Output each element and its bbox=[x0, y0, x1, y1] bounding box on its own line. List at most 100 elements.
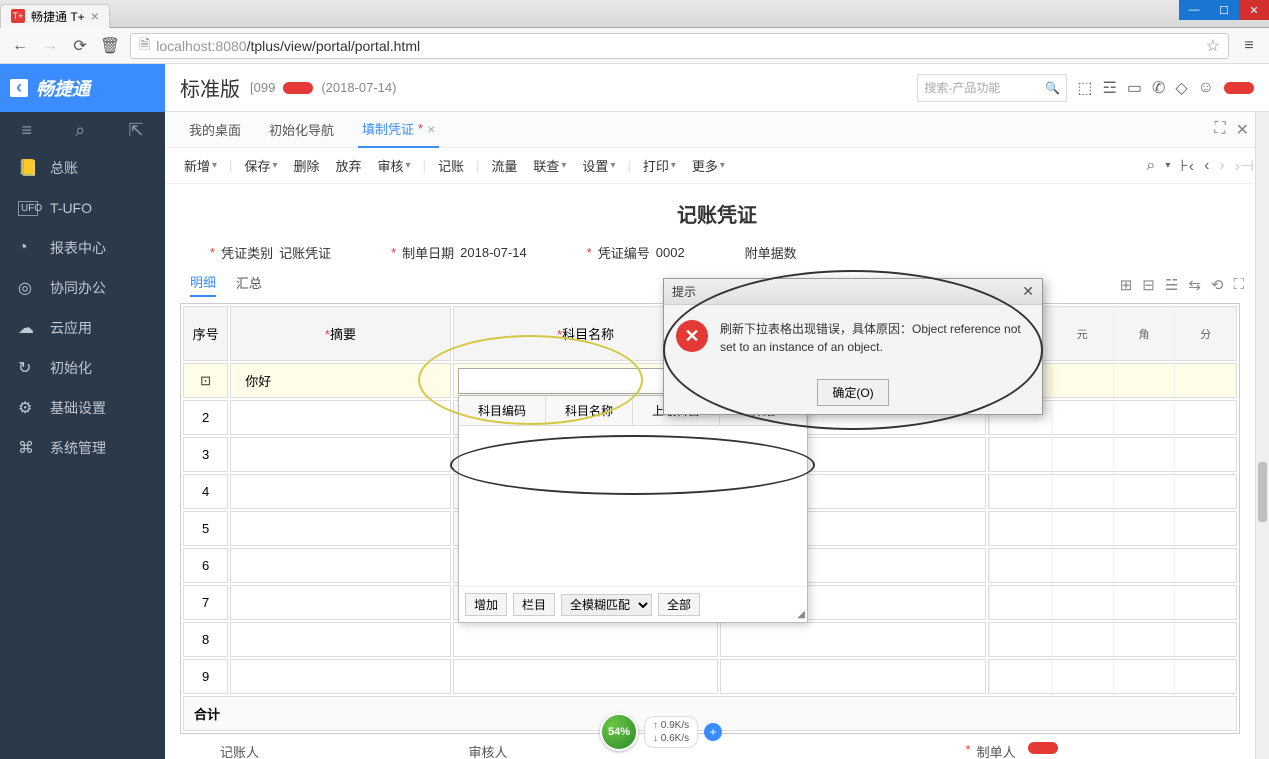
date-value[interactable]: 2018-07-14 bbox=[460, 245, 527, 260]
sd-column-button[interactable]: 栏目 bbox=[513, 593, 555, 616]
sidebar-item-system[interactable]: ⌘系统管理 bbox=[0, 428, 165, 468]
table-row[interactable]: 9 bbox=[183, 659, 1237, 694]
brand-arrow-icon: ‹ bbox=[10, 79, 28, 97]
search-input[interactable]: 搜索-产品功能 🔍 bbox=[917, 74, 1067, 102]
help-icon[interactable]: ◇ bbox=[1175, 78, 1187, 98]
sidebar-item-ledger[interactable]: 📒总账 bbox=[0, 148, 165, 188]
gear-icon: ⚙ bbox=[18, 398, 38, 418]
no-value[interactable]: 0002 bbox=[656, 245, 685, 260]
maker-label: 制单人 bbox=[977, 742, 1016, 759]
tab-close-icon[interactable]: × bbox=[427, 121, 435, 137]
poster-label: 记账人 bbox=[220, 742, 259, 759]
browser-toolbar: ← → ⟳ 🗑 🗎 localhost:8080/tplus/view/port… bbox=[0, 28, 1269, 64]
browser-tab[interactable]: T+ 畅捷通 T+ × bbox=[0, 4, 110, 28]
sub-tab-detail[interactable]: 明细 bbox=[190, 272, 216, 297]
tool-icon-2[interactable]: ⊟ bbox=[1142, 276, 1155, 294]
settings-button[interactable]: 设置▾ bbox=[578, 156, 619, 175]
scrollbar[interactable] bbox=[1255, 112, 1269, 759]
no-label: 凭证编号 bbox=[598, 243, 650, 262]
back-icon[interactable]: ← bbox=[10, 36, 30, 56]
search-placeholder: 搜索-产品功能 bbox=[924, 79, 1045, 96]
tool-icon-3[interactable]: ☱ bbox=[1165, 276, 1178, 294]
tab-close-icon[interactable]: × bbox=[91, 8, 99, 24]
first-icon[interactable]: ⊦‹ bbox=[1180, 156, 1194, 176]
tool-icon-1[interactable]: ⊞ bbox=[1120, 276, 1133, 294]
header-date: (2018-07-14) bbox=[321, 80, 396, 95]
last-icon[interactable]: ›⊣ bbox=[1235, 156, 1254, 176]
brand-logo[interactable]: ‹ 畅捷通 bbox=[0, 64, 165, 112]
edition-label: 标准版 bbox=[180, 73, 240, 102]
reload-icon[interactable]: ⟳ bbox=[70, 36, 90, 56]
sd-col-code[interactable]: 科目编码 bbox=[459, 396, 546, 425]
url-bar[interactable]: 🗎 localhost:8080/tplus/view/portal/porta… bbox=[130, 33, 1229, 59]
delete-button[interactable]: 删除 bbox=[289, 156, 323, 175]
sub-tab-summary[interactable]: 汇总 bbox=[236, 273, 262, 296]
tab-desktop[interactable]: 我的桌面 bbox=[185, 112, 245, 148]
print-button[interactable]: 打印▾ bbox=[639, 156, 680, 175]
app-header: ‹ 畅捷通 标准版 [099 (2018-07-14) 搜索-产品功能 🔍 ⬚ … bbox=[0, 64, 1269, 112]
sidebar-item-init[interactable]: ↻初始化 bbox=[0, 348, 165, 388]
col-summary: *摘要 bbox=[230, 306, 451, 361]
tab-favicon-icon: T+ bbox=[11, 9, 25, 23]
zoom-icon[interactable]: ⌕ bbox=[1146, 157, 1155, 175]
save-button[interactable]: 保存▾ bbox=[240, 156, 281, 175]
bookmark-star-icon[interactable]: ☆ bbox=[1206, 36, 1220, 56]
chat-icon[interactable]: ▭ bbox=[1127, 78, 1142, 98]
list-icon[interactable]: ☲ bbox=[1102, 78, 1116, 98]
sd-match-select[interactable]: 全模糊匹配 bbox=[561, 594, 652, 616]
sidebar-item-collab[interactable]: ◎协同办公 bbox=[0, 268, 165, 308]
tab-voucher-label: 填制凭证 bbox=[362, 119, 414, 138]
fullscreen-icon[interactable]: ⛶ bbox=[1214, 120, 1225, 140]
window-close-button[interactable]: ✕ bbox=[1239, 0, 1269, 20]
tool-icon-6[interactable]: ⛶ bbox=[1233, 276, 1244, 294]
next-icon[interactable]: › bbox=[1219, 157, 1224, 175]
sd-all-button[interactable]: 全部 bbox=[658, 593, 700, 616]
forward-icon[interactable]: → bbox=[40, 36, 60, 56]
tool-icon-4[interactable]: ⇆ bbox=[1188, 276, 1201, 294]
type-value[interactable]: 记账凭证 bbox=[279, 243, 331, 262]
sd-col-name[interactable]: 科目名称 bbox=[546, 396, 633, 425]
search-icon[interactable]: 🔍 bbox=[1045, 81, 1060, 95]
prev-icon[interactable]: ‹ bbox=[1204, 157, 1209, 175]
post-button[interactable]: 记账 bbox=[434, 156, 468, 175]
sidebar-label: 基础设置 bbox=[50, 398, 106, 418]
scrollbar-thumb[interactable] bbox=[1258, 462, 1267, 522]
tab-voucher[interactable]: 填制凭证 * × bbox=[358, 112, 439, 148]
dialog-ok-button[interactable]: 确定(O) bbox=[817, 379, 888, 406]
voucher-fields: *凭证类别 记账凭证 *制单日期 2018-07-14 *凭证编号 0002 附… bbox=[180, 243, 1254, 262]
export-icon[interactable]: ⇱ bbox=[128, 120, 143, 141]
row-handle-icon[interactable]: ⊡ bbox=[200, 373, 211, 388]
sidebar-item-reports[interactable]: ◔报表中心 bbox=[0, 228, 165, 268]
browser-menu-icon[interactable]: ≡ bbox=[1239, 36, 1259, 56]
tab-init-nav[interactable]: 初始化导航 bbox=[265, 112, 338, 148]
table-row[interactable]: 8 bbox=[183, 622, 1237, 657]
close-all-icon[interactable]: ✕ bbox=[1236, 120, 1249, 140]
sidebar-item-tufo[interactable]: UFOT-UFO bbox=[0, 188, 165, 228]
sidebar-item-basic[interactable]: ⚙ 基础设置 bbox=[0, 388, 165, 428]
window-minimize-button[interactable]: — bbox=[1179, 0, 1209, 20]
tool-icon-5[interactable]: ⟲ bbox=[1211, 276, 1224, 294]
dialog-message: 刷新下拉表格出现错误，具体原因：Object reference not set… bbox=[720, 320, 1030, 356]
flow-button[interactable]: 流量 bbox=[487, 156, 521, 175]
phone-icon[interactable]: ✆ bbox=[1152, 78, 1165, 98]
sidebar-item-cloud[interactable]: ☁云应用 bbox=[0, 308, 165, 348]
summary-input[interactable] bbox=[239, 369, 439, 393]
new-button[interactable]: 新增▾ bbox=[180, 156, 221, 175]
menu-icon[interactable]: ≡ bbox=[22, 120, 33, 141]
search-sidebar-icon[interactable]: ⌕ bbox=[75, 120, 85, 141]
audit-button[interactable]: 审核▾ bbox=[374, 156, 415, 175]
query-button[interactable]: 联查▾ bbox=[529, 156, 570, 175]
sd-add-button[interactable]: 增加 bbox=[465, 593, 507, 616]
window-maximize-button[interactable]: ☐ bbox=[1209, 0, 1239, 20]
abandon-button[interactable]: 放弃 bbox=[332, 156, 366, 175]
date-label: 制单日期 bbox=[402, 243, 454, 262]
url-port: :8080 bbox=[212, 38, 247, 54]
user-icon[interactable]: ☺ bbox=[1198, 79, 1214, 97]
resize-handle-icon[interactable]: ◢ bbox=[797, 609, 805, 620]
dialog-close-icon[interactable]: ✕ bbox=[1022, 283, 1034, 300]
more-button[interactable]: 更多▾ bbox=[688, 156, 729, 175]
net-plus-icon[interactable]: + bbox=[704, 723, 722, 741]
device-icon[interactable]: ⬚ bbox=[1077, 78, 1092, 98]
trash-icon[interactable]: 🗑 bbox=[100, 36, 120, 56]
network-badge[interactable]: 54% ↑ 0.9K/s ↓ 0.6K/s + bbox=[600, 713, 722, 751]
